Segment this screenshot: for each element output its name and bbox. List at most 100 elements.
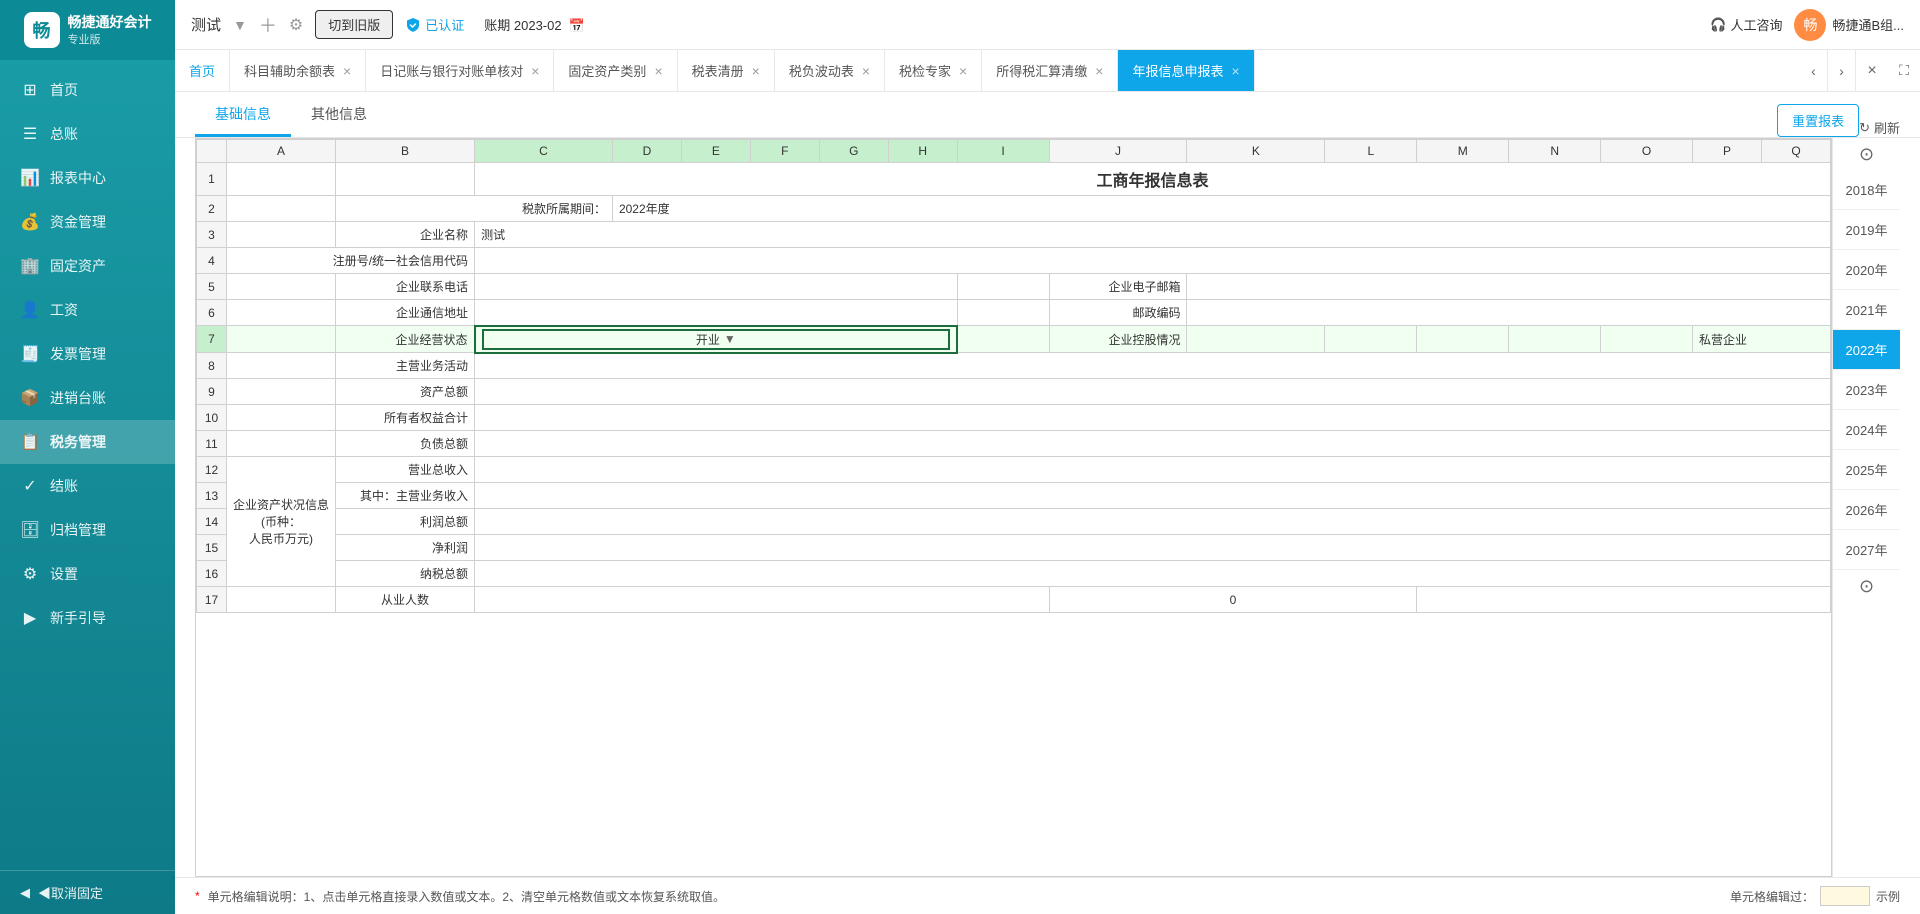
- cell-reg-value[interactable]: [475, 248, 1831, 274]
- cell-i5[interactable]: [957, 274, 1049, 300]
- tab-close-icon[interactable]: ×: [959, 63, 967, 79]
- year-item-2022[interactable]: 2022年: [1833, 330, 1900, 370]
- cell-a2[interactable]: [227, 196, 336, 222]
- cell-k7[interactable]: [1187, 326, 1325, 353]
- sidebar-item-inventory[interactable]: 📦 进销台账: [0, 376, 175, 420]
- col-header-o[interactable]: O: [1601, 140, 1693, 163]
- cell-a5[interactable]: [227, 274, 336, 300]
- sidebar-item-payroll[interactable]: 👤 工资: [0, 288, 175, 332]
- cell-a6[interactable]: [227, 300, 336, 326]
- cell-control-value[interactable]: 私营企业: [1693, 326, 1831, 353]
- sidebar-item-guide[interactable]: ▶ 新手引导: [0, 596, 175, 640]
- tab-prev-button[interactable]: ‹: [1800, 50, 1828, 91]
- cell-main-revenue-value[interactable]: [475, 483, 1831, 509]
- cell-revenue-value[interactable]: [475, 457, 1831, 483]
- year-item-2020[interactable]: 2020年: [1833, 250, 1900, 290]
- user-menu[interactable]: 畅 畅捷通B组...: [1794, 9, 1904, 41]
- col-header-n[interactable]: N: [1509, 140, 1601, 163]
- tab-close-icon[interactable]: ×: [343, 63, 351, 79]
- sidebar-item-invoices[interactable]: 🧾 发票管理: [0, 332, 175, 376]
- tab-close-all-button[interactable]: ×: [1856, 50, 1888, 91]
- col-header-l[interactable]: L: [1325, 140, 1417, 163]
- year-item-2026[interactable]: 2026年: [1833, 490, 1900, 530]
- cell-phone-value[interactable]: [475, 274, 958, 300]
- year-scroll-up-button[interactable]: ⊙: [1833, 138, 1900, 170]
- sidebar-item-closing[interactable]: ✓ 结账: [0, 464, 175, 508]
- tab-tax-expert[interactable]: 税检专家 ×: [885, 50, 982, 91]
- col-header-e[interactable]: E: [681, 140, 750, 163]
- col-header-f[interactable]: F: [750, 140, 819, 163]
- year-item-2023[interactable]: 2023年: [1833, 370, 1900, 410]
- year-item-2027[interactable]: 2027年: [1833, 530, 1900, 570]
- cell-employee-value-left[interactable]: [475, 587, 1050, 613]
- cell-tax-value[interactable]: [475, 561, 1831, 587]
- cell-l7[interactable]: [1325, 326, 1417, 353]
- cell-i6[interactable]: [957, 300, 1049, 326]
- col-header-a[interactable]: A: [227, 140, 336, 163]
- spreadsheet-scroll[interactable]: A B C D E F G H I J K L: [195, 138, 1832, 877]
- project-dropdown-icon[interactable]: ▼: [233, 17, 247, 33]
- sidebar-item-archive[interactable]: 🗄 归档管理: [0, 508, 175, 552]
- cell-email-value[interactable]: [1187, 274, 1831, 300]
- sub-tab-other[interactable]: 其他信息: [291, 94, 387, 137]
- cell-company-value[interactable]: 测试: [475, 222, 1831, 248]
- cell-postal-value[interactable]: [1187, 300, 1831, 326]
- cell-assets-value[interactable]: [475, 379, 1831, 405]
- cell-equity-value[interactable]: [475, 405, 1831, 431]
- year-scroll-down-button[interactable]: ⊙: [1833, 570, 1900, 602]
- cell-net-profit-value[interactable]: [475, 535, 1831, 561]
- cell-a8[interactable]: [227, 353, 336, 379]
- sidebar-item-tax[interactable]: 📋 税务管理: [0, 420, 175, 464]
- sidebar-item-funds[interactable]: 💰 资金管理: [0, 200, 175, 244]
- tab-close-icon[interactable]: ×: [1095, 63, 1103, 79]
- tab-close-icon[interactable]: ×: [654, 63, 662, 79]
- cell-a3[interactable]: [227, 222, 336, 248]
- col-header-g[interactable]: G: [819, 140, 888, 163]
- refresh-button[interactable]: ↻ 刷新: [1859, 118, 1900, 137]
- year-item-2021[interactable]: 2021年: [1833, 290, 1900, 330]
- cell-m7[interactable]: [1417, 326, 1509, 353]
- col-header-i[interactable]: I: [957, 140, 1049, 163]
- tab-tax-return[interactable]: 税表清册 ×: [678, 50, 775, 91]
- col-header-b[interactable]: B: [336, 140, 475, 163]
- tab-income-tax[interactable]: 所得税汇算清缴 ×: [982, 50, 1118, 91]
- cell-a7[interactable]: [227, 326, 336, 353]
- sub-tab-basic[interactable]: 基础信息: [195, 94, 291, 137]
- cell-period-value[interactable]: 2022年度: [612, 196, 1830, 222]
- cell-i7[interactable]: [957, 326, 1049, 353]
- cell-a11[interactable]: [227, 431, 336, 457]
- cell-a17[interactable]: [227, 587, 336, 613]
- col-header-j[interactable]: J: [1049, 140, 1187, 163]
- tab-home[interactable]: 首页: [175, 50, 230, 91]
- add-project-button[interactable]: ＋: [259, 12, 277, 38]
- cell-status-dropdown[interactable]: 开业 ▼: [475, 326, 958, 353]
- col-header-c[interactable]: C: [475, 140, 613, 163]
- year-item-2018[interactable]: 2018年: [1833, 170, 1900, 210]
- cell-biz-value[interactable]: [475, 353, 1831, 379]
- col-header-p[interactable]: P: [1693, 140, 1762, 163]
- year-item-2019[interactable]: 2019年: [1833, 210, 1900, 250]
- tab-fixed-asset-cat[interactable]: 固定资产类别 ×: [554, 50, 677, 91]
- cell-a1[interactable]: [227, 163, 336, 196]
- sidebar-item-ledger[interactable]: ☰ 总账: [0, 112, 175, 156]
- settings-button[interactable]: ⚙: [289, 15, 303, 35]
- cell-n7[interactable]: [1509, 326, 1601, 353]
- year-item-2024[interactable]: 2024年: [1833, 410, 1900, 450]
- year-item-2025[interactable]: 2025年: [1833, 450, 1900, 490]
- tab-journal-bank[interactable]: 日记账与银行对账单核对 ×: [366, 50, 554, 91]
- cell-employee-value-0[interactable]: 0: [1049, 587, 1417, 613]
- tab-close-icon[interactable]: ×: [862, 63, 870, 79]
- sidebar-item-fixed-assets[interactable]: 🏢 固定资产: [0, 244, 175, 288]
- sidebar-pin-button[interactable]: ◀ ◀取消固定: [0, 870, 175, 914]
- cell-a9[interactable]: [227, 379, 336, 405]
- cell-a10[interactable]: [227, 405, 336, 431]
- sidebar-item-settings[interactable]: ⚙ 设置: [0, 552, 175, 596]
- tab-annual-report[interactable]: 年报信息申报表 ×: [1118, 50, 1254, 91]
- old-version-button[interactable]: 切到旧版: [315, 10, 393, 39]
- cell-liab-value[interactable]: [475, 431, 1831, 457]
- col-header-h[interactable]: H: [888, 140, 957, 163]
- reset-report-button[interactable]: 重置报表: [1777, 104, 1859, 137]
- cell-b1[interactable]: [336, 163, 475, 196]
- cell-o7[interactable]: [1601, 326, 1693, 353]
- tab-tax-burden[interactable]: 税负波动表 ×: [775, 50, 885, 91]
